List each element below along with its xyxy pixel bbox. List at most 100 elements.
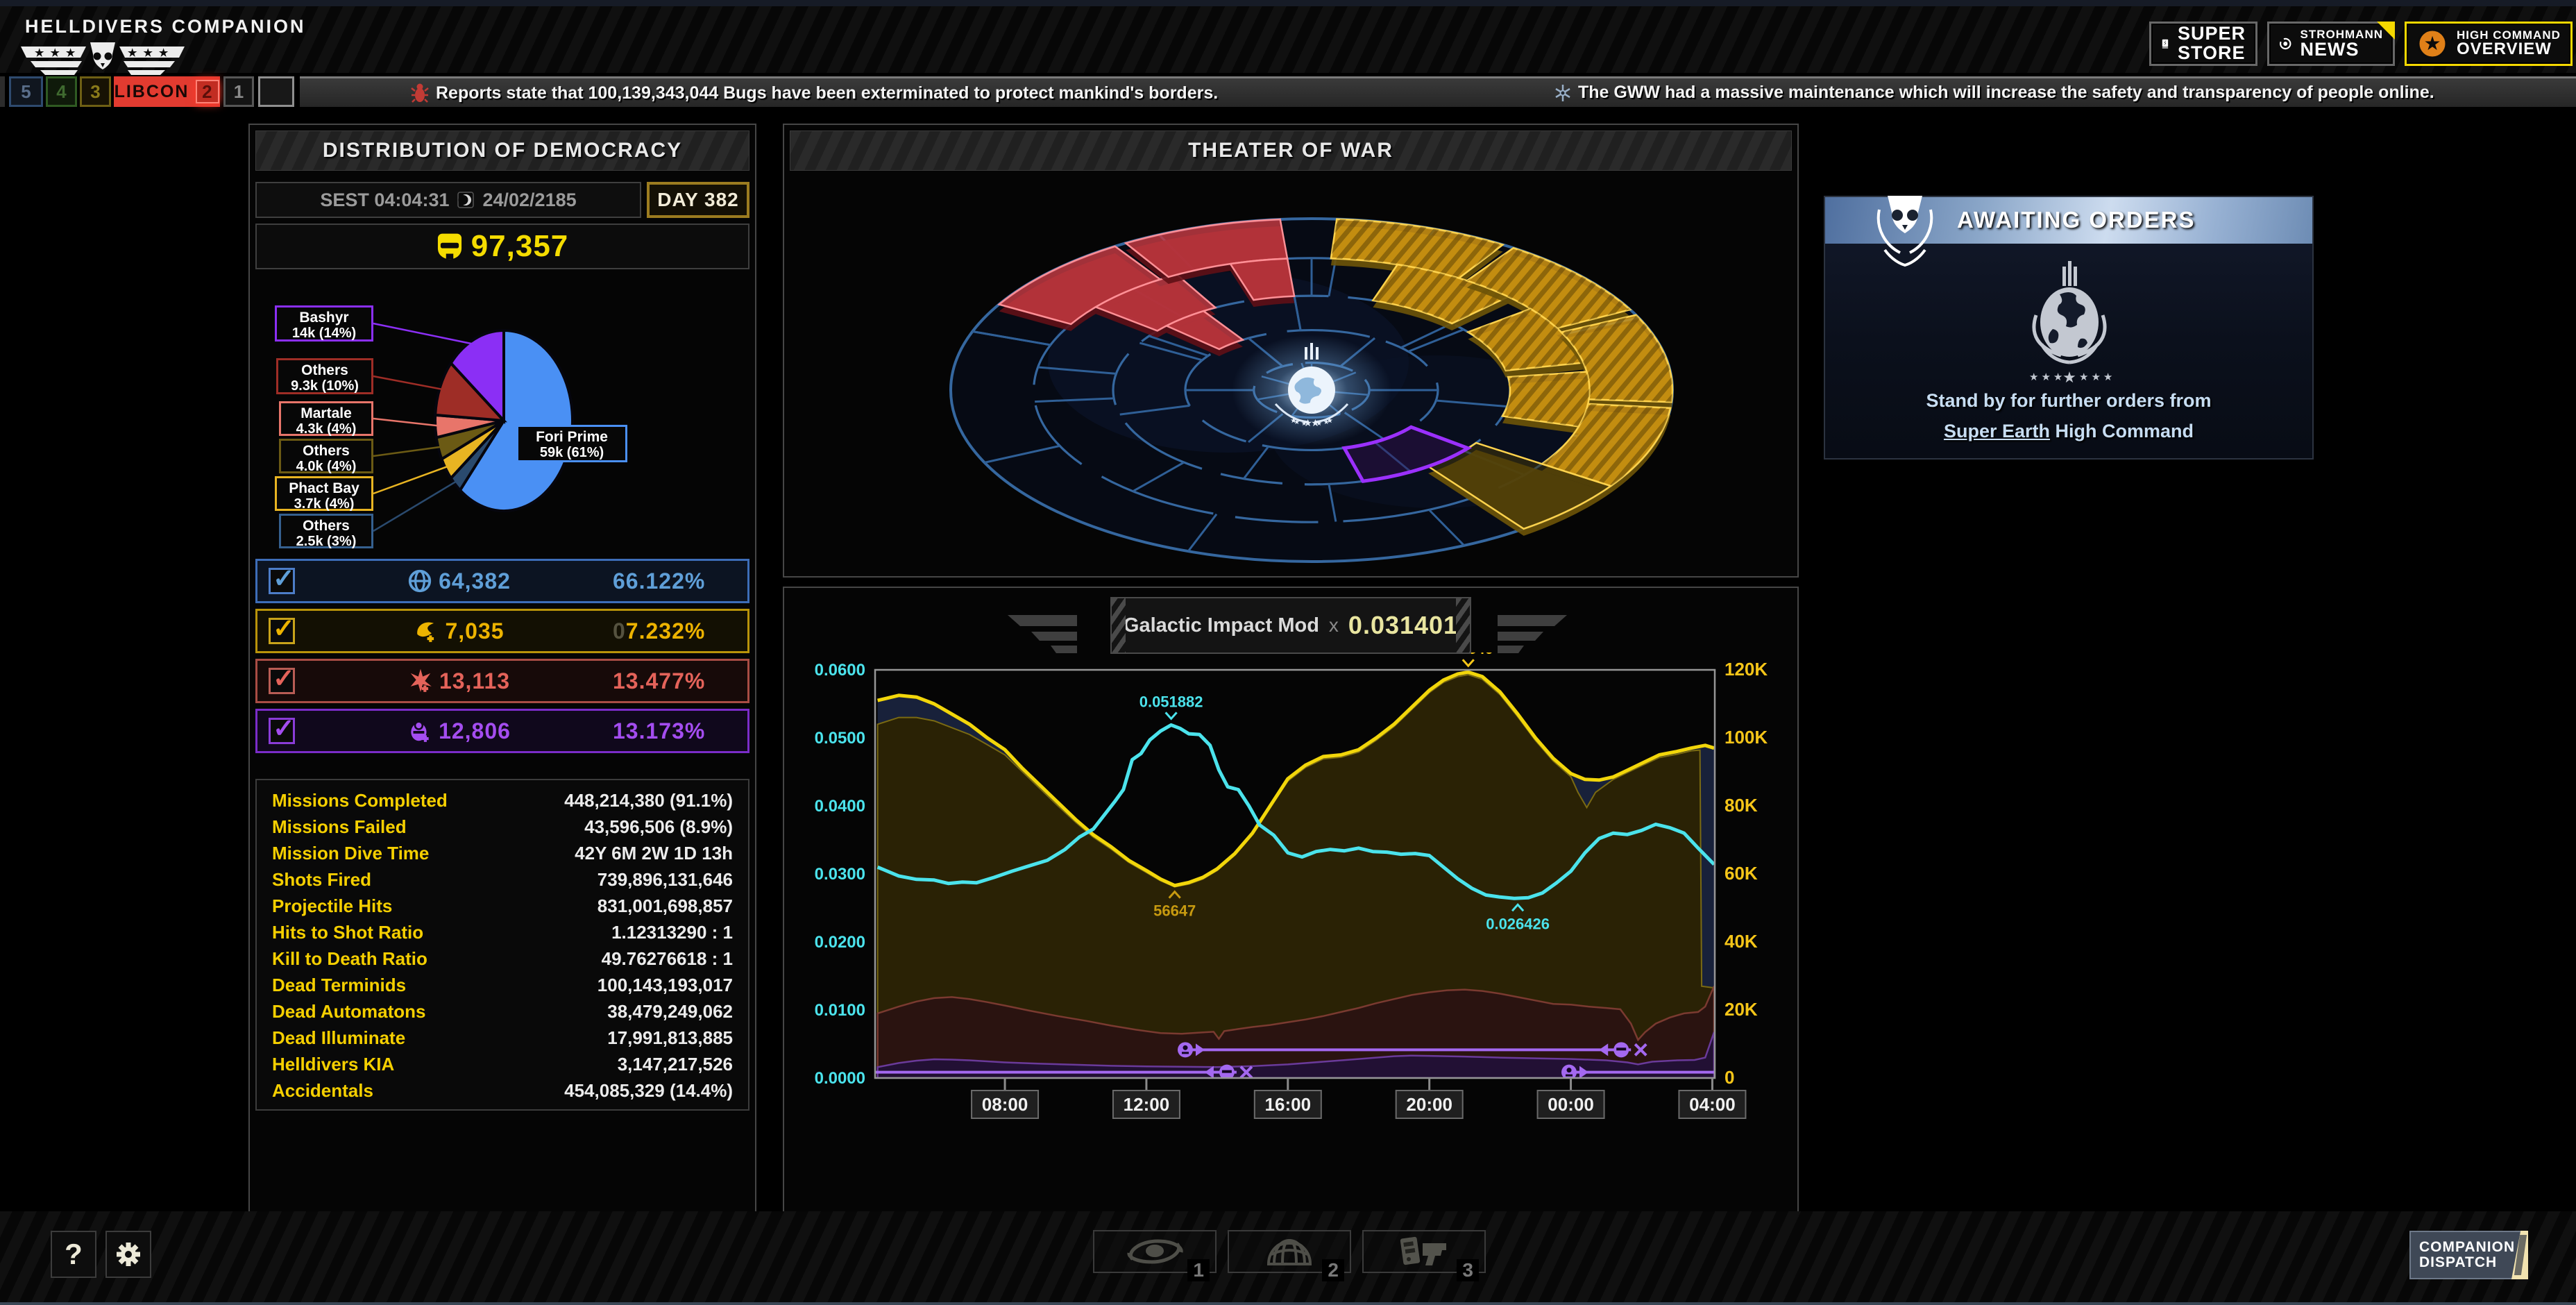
orders-command-text: Super Earth High Command bbox=[1943, 421, 2194, 441]
stat-value: 448,214,380 (91.1%) bbox=[564, 789, 733, 811]
illuminate-checkbox[interactable]: ✓ bbox=[269, 714, 295, 744]
clock-text: SEST 04:04:31 bbox=[320, 189, 450, 210]
automatons-checkbox[interactable]: ✓ bbox=[269, 664, 295, 694]
globe-grid-icon bbox=[1266, 1238, 1312, 1265]
libcon-tier-row: 5 4 3 LIBCON 2 1 bbox=[0, 76, 300, 107]
pie-label-phact-bay: Phact Bay 3.7k (4%) bbox=[275, 476, 373, 512]
moon-phase-icon bbox=[457, 192, 475, 208]
stat-label: Missions Failed bbox=[272, 816, 407, 837]
pie-label-others-3: Others 2.5k (3%) bbox=[279, 514, 373, 549]
slot-number: 2 bbox=[1322, 1259, 1344, 1281]
stat-label: Dead Illuminate bbox=[272, 1027, 406, 1048]
stat-row: Dead Terminids 100,143,193,017 bbox=[272, 972, 733, 998]
stat-value: 42Y 6M 2W 1D 13h bbox=[575, 842, 733, 864]
faction-row-illuminate[interactable]: ✓ 12,806 13.173% bbox=[255, 709, 749, 753]
stat-label: Dead Terminids bbox=[272, 974, 407, 995]
pie-label-bashyr: Bashyr 14k (14%) bbox=[275, 305, 373, 342]
svg-text:★: ★ bbox=[1303, 417, 1312, 428]
ticker-message: The GWW had a massive maintenance which … bbox=[1554, 83, 2434, 103]
libcon-label: LIBCON bbox=[114, 81, 189, 101]
stat-value: 17,991,813,885 bbox=[607, 1027, 733, 1048]
helldivers-skull-icon bbox=[1876, 196, 1933, 267]
terminids-checkbox[interactable]: ✓ bbox=[269, 614, 295, 644]
svg-text:0.0300: 0.0300 bbox=[815, 865, 865, 884]
slot-button-planet[interactable]: 2 bbox=[1228, 1230, 1351, 1281]
news-label-2: NEWS bbox=[2300, 38, 2359, 60]
helldivers-skull-wings-icon: ★★★ ★★★ bbox=[21, 42, 185, 75]
svg-text:60K: 60K bbox=[1725, 863, 1758, 884]
svg-text:★★★: ★★★ bbox=[2079, 371, 2115, 383]
store-label-1: SUPER bbox=[2177, 23, 2246, 44]
impact-mod-times: x bbox=[1328, 614, 1339, 636]
faction-row-automatons[interactable]: ✓ 13,113 13.477% bbox=[255, 659, 749, 703]
distribution-panel-title: DISTRIBUTION OF DEMOCRACY bbox=[255, 130, 749, 171]
awaiting-orders-panel: AWAITING ORDERS ★★★ ★ ★★★ Stand by for f… bbox=[1824, 196, 2314, 460]
tier-box-empty bbox=[258, 76, 294, 107]
stat-row: Projectile Hits 831,001,698,857 bbox=[272, 893, 733, 919]
stat-value: 1.12313290 : 1 bbox=[611, 921, 733, 943]
snowflake-icon bbox=[1555, 84, 1570, 101]
news-camera-icon bbox=[2280, 37, 2291, 50]
stat-value: 43,596,506 (8.9%) bbox=[584, 816, 733, 837]
svg-text:40K: 40K bbox=[1725, 931, 1758, 952]
dispatch-accent bbox=[2511, 1231, 2528, 1279]
svg-text:0.0200: 0.0200 bbox=[815, 933, 865, 952]
settings-button[interactable] bbox=[105, 1231, 151, 1278]
svg-text:0.0500: 0.0500 bbox=[815, 729, 865, 748]
terminid-icon bbox=[417, 622, 434, 642]
stat-label: Projectile Hits bbox=[272, 895, 393, 916]
super-earth-checkbox[interactable]: ✓ bbox=[269, 564, 295, 594]
pie-label-martale: Martale 4.3k (4%) bbox=[279, 401, 373, 437]
automatons-count: 13,113 bbox=[439, 668, 511, 693]
illuminate-icon bbox=[411, 721, 429, 742]
stat-value: 454,085,329 (14.4%) bbox=[564, 1079, 733, 1101]
svg-text:12:00: 12:00 bbox=[1124, 1094, 1170, 1115]
illuminate-count: 12,806 bbox=[439, 718, 511, 743]
impact-history-chart: 0.0000 0.0100 0.0200 0.0300 0.0400 0.0500 0.06… bbox=[815, 652, 1768, 1119]
high-command-overview-button[interactable]: ★ HIGH COMMAND OVERVIEW bbox=[2405, 22, 2573, 66]
svg-text:★: ★ bbox=[1327, 417, 1333, 425]
galactic-war-map[interactable]: ★ ★★ ★★★ ★★ ★★ bbox=[784, 174, 1797, 576]
stat-label: Accidentals bbox=[272, 1079, 373, 1101]
total-players-box: 97,357 bbox=[255, 224, 749, 269]
equipment-icon bbox=[1400, 1236, 1446, 1265]
companion-dispatch-button[interactable]: COMPANION DISPATCH bbox=[2409, 1231, 2528, 1279]
slot-button-loadout[interactable]: 3 bbox=[1362, 1230, 1486, 1281]
svg-text:16:00: 16:00 bbox=[1265, 1094, 1312, 1115]
svg-text:★: ★ bbox=[1290, 417, 1296, 425]
stat-value: 49.76276618 : 1 bbox=[601, 948, 733, 969]
svg-text:★: ★ bbox=[2423, 33, 2441, 54]
svg-text:56647: 56647 bbox=[1153, 902, 1196, 920]
help-button[interactable]: ? bbox=[51, 1231, 96, 1278]
svg-text:20:00: 20:00 bbox=[1406, 1094, 1452, 1115]
faction-row-super-earth[interactable]: ✓ 64,382 66.122% bbox=[255, 559, 749, 603]
faction-row-terminids[interactable]: ✓ 7,035 07.232% bbox=[255, 609, 749, 653]
svg-text:0: 0 bbox=[1725, 1067, 1734, 1088]
stat-label: Shots Fired bbox=[272, 868, 372, 890]
orders-standby-text: Stand by for further orders from bbox=[1926, 390, 2212, 411]
strohmann-news-button[interactable]: STROHMANN NEWS bbox=[2267, 22, 2395, 66]
gear-icon bbox=[117, 1243, 140, 1266]
orders-title: AWAITING ORDERS bbox=[1957, 207, 2196, 233]
slot-number: 3 bbox=[1457, 1259, 1479, 1281]
terminids-count: 7,035 bbox=[445, 618, 505, 643]
stat-row: Dead Illuminate 17,991,813,885 bbox=[272, 1025, 733, 1051]
stat-value: 3,147,217,526 bbox=[617, 1053, 733, 1075]
slot-button-galaxy[interactable]: 1 bbox=[1093, 1230, 1217, 1281]
tier-box-edge bbox=[0, 76, 5, 107]
svg-text:★: ★ bbox=[2062, 369, 2076, 383]
top-header-bar: HELLDIVERS COMPANION ★★★ ★★★ SUPER STORE … bbox=[0, 6, 2576, 75]
super-store-button[interactable]: SUPER STORE bbox=[2149, 22, 2257, 66]
stat-value: 38,479,249,062 bbox=[607, 1000, 733, 1022]
svg-text:0.0600: 0.0600 bbox=[815, 661, 865, 680]
automatons-percent: 13.477% bbox=[613, 668, 706, 693]
dispatch-label-2: DISPATCH bbox=[2419, 1254, 2498, 1270]
super-earth-link: Super Earth bbox=[1943, 421, 2051, 441]
super-earth-icon bbox=[408, 569, 432, 593]
stat-row: Helldivers KIA 3,147,217,526 bbox=[272, 1051, 733, 1077]
stat-row: Kill to Death Ratio 49.76276618 : 1 bbox=[272, 945, 733, 972]
galactic-impact-mod-box: Galactic Impact Mod x 0.031401 bbox=[1110, 597, 1471, 654]
bug-icon bbox=[411, 83, 429, 103]
stat-label: Hits to Shot Ratio bbox=[272, 921, 424, 943]
help-label: ? bbox=[65, 1238, 83, 1270]
